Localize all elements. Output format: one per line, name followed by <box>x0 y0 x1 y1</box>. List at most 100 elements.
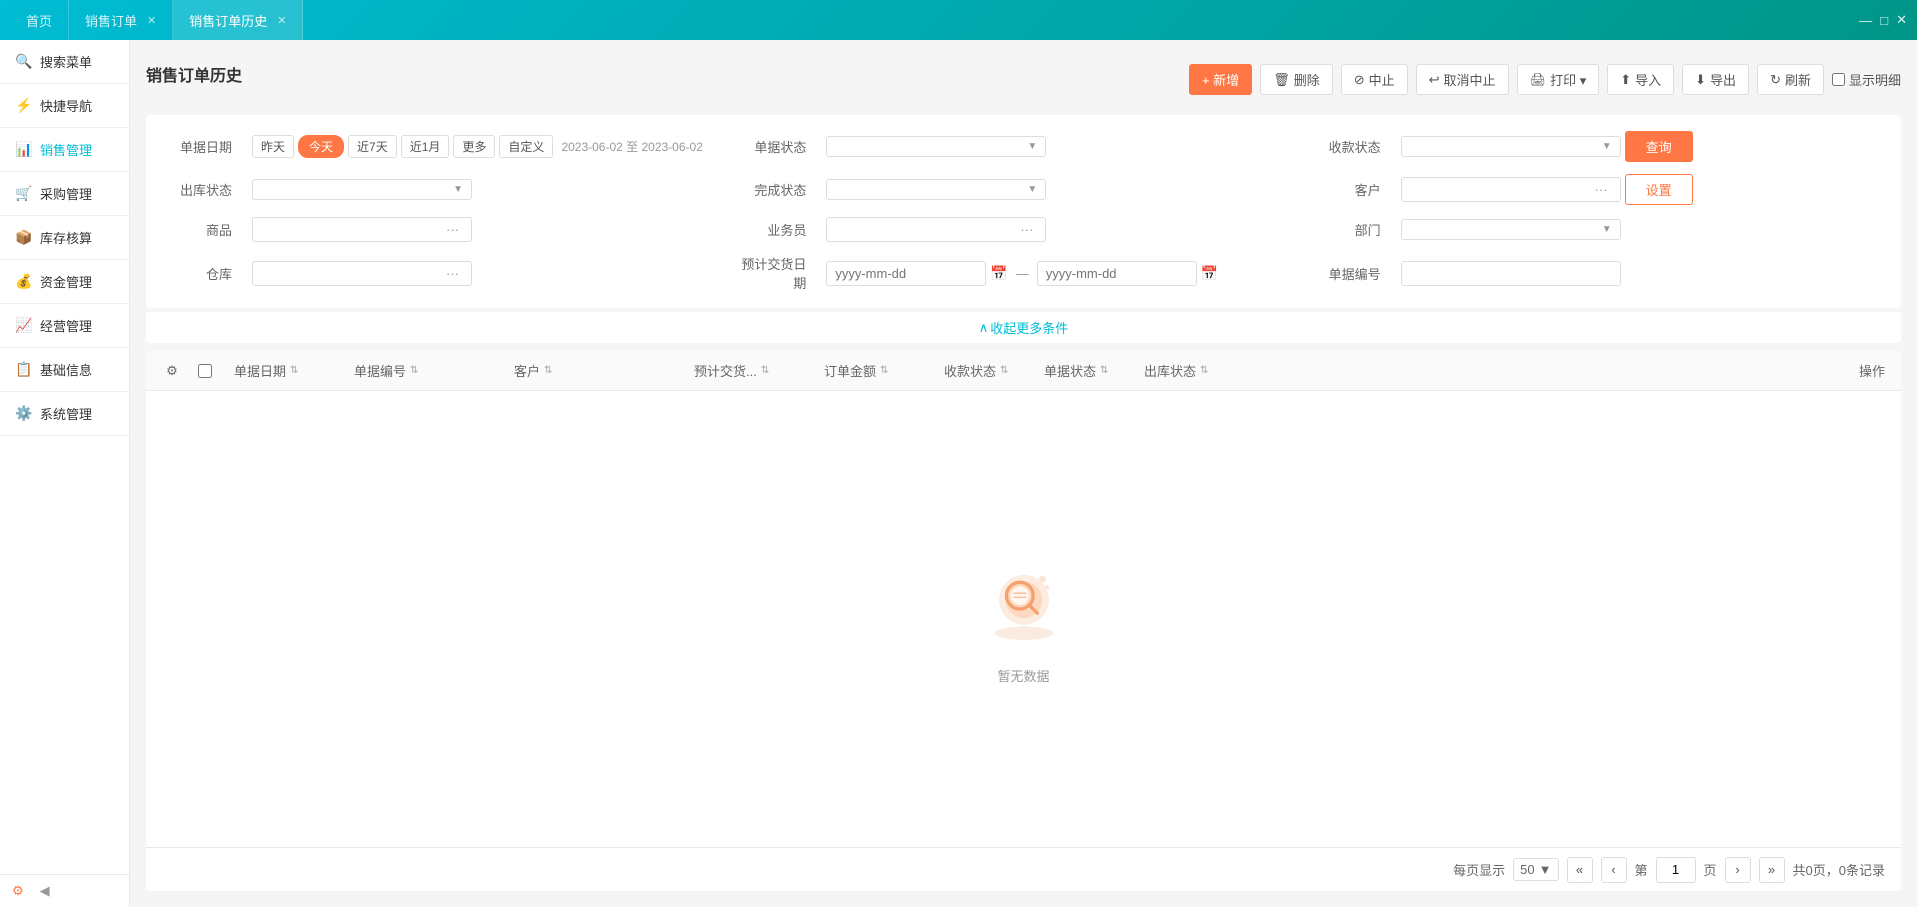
tab-sales-order[interactable]: 销售订单 ✕ <box>69 0 173 40</box>
toolbar: + 新增 🗑 删除 ⊘ 中止 ↩ 取消中止 🖨 打印 ▾ <box>1189 56 1901 103</box>
date-sort-icon: ⇅ <box>290 365 298 376</box>
collapse-link[interactable]: ∧ 收起更多条件 <box>979 318 1069 337</box>
money-icon: 💰 <box>16 274 32 290</box>
th-customer[interactable]: 客户 ⇅ <box>506 361 686 380</box>
close-tab-sales-order[interactable]: ✕ <box>147 14 156 27</box>
search-icon: 🔍 <box>16 54 32 70</box>
date-btn-custom[interactable]: 自定义 <box>499 135 553 158</box>
page-size-chevron: ▼ <box>1539 862 1552 877</box>
sidebar-item-purchase[interactable]: 🛒 采购管理 <box>0 172 129 216</box>
first-page-btn[interactable]: « <box>1567 857 1593 883</box>
new-button[interactable]: + 新增 <box>1189 64 1252 95</box>
sidebar-item-sales[interactable]: 📊 销售管理 <box>0 128 129 172</box>
th-out-status[interactable]: 出库状态 ⇅ <box>1136 361 1256 380</box>
cancel-stop-button[interactable]: ↩ 取消中止 <box>1416 64 1509 95</box>
tab-sales-order-history[interactable]: 销售订单历史 ✕ <box>173 0 303 40</box>
order-no-input[interactable] <box>1401 261 1621 286</box>
page-size-select[interactable]: 50 ▼ <box>1513 858 1558 881</box>
chevron-up-icon: ∧ <box>979 320 989 336</box>
date-btn-today[interactable]: 今天 <box>298 135 344 158</box>
export-button[interactable]: ⬇ 导出 <box>1682 64 1749 95</box>
tab-home[interactable]: 首页 <box>10 0 69 40</box>
date-btn-7days[interactable]: 近7天 <box>348 135 397 158</box>
order-status-label: 单据状态 <box>736 137 816 156</box>
page-input[interactable] <box>1656 857 1696 883</box>
th-checkbox[interactable] <box>190 364 226 378</box>
customer-dots[interactable]: ··· <box>1591 182 1612 197</box>
sidebar-item-search[interactable]: 🔍 搜索菜单 <box>0 40 129 84</box>
refresh-button[interactable]: ↻ 刷新 <box>1757 64 1824 95</box>
last-page-btn[interactable]: » <box>1759 857 1785 883</box>
maximize-btn[interactable]: □ <box>1880 13 1888 28</box>
th-delivery-date[interactable]: 预计交货... ⇅ <box>686 361 816 380</box>
date-btn-more[interactable]: 更多 <box>453 135 495 158</box>
salesperson-select[interactable]: ··· <box>826 217 1046 242</box>
query-button[interactable]: 查询 <box>1625 131 1693 162</box>
page-suffix: 页 <box>1704 860 1717 879</box>
date-btn-yesterday[interactable]: 昨天 <box>252 135 294 158</box>
refresh-icon: ↻ <box>1770 72 1781 88</box>
print-button[interactable]: 🖨 打印 ▾ <box>1517 64 1600 95</box>
department-select[interactable]: ▼ <box>1401 219 1621 240</box>
show-detail-checkbox[interactable]: 显示明细 <box>1832 70 1901 89</box>
complete-status-select[interactable]: ▼ <box>826 179 1046 200</box>
chart-icon: 📊 <box>16 142 32 158</box>
content-area: 销售订单历史 + 新增 🗑 删除 ⊘ 中止 ↩ 取消中止 🖨 打印 ▾ <box>130 40 1917 907</box>
sidebar-item-quick-nav[interactable]: ⚡ 快捷导航 <box>0 84 129 128</box>
page-label: 第 <box>1635 860 1648 879</box>
sidebar-collapse-icon[interactable]: ◀ <box>40 883 50 899</box>
filter-row-1: 单据日期 昨天 今天 近7天 近1月 更多 自定义 2023-06-02 至 2… <box>162 131 1885 162</box>
payment-status-select[interactable]: ▼ <box>1401 136 1621 157</box>
window-controls: — □ ✕ <box>1859 12 1907 28</box>
salesperson-dots[interactable]: ··· <box>1016 222 1037 237</box>
th-operation: 操作 <box>1256 361 1893 380</box>
order-status-select[interactable]: ▼ <box>826 136 1046 157</box>
page-title: 销售订单历史 <box>146 62 242 86</box>
sidebar-item-basic-info[interactable]: 📋 基础信息 <box>0 348 129 392</box>
product-dots[interactable]: ··· <box>442 222 463 237</box>
next-page-btn[interactable]: › <box>1725 857 1751 883</box>
delete-button[interactable]: 🗑 删除 <box>1260 64 1333 95</box>
sidebar-item-operations[interactable]: 📈 经营管理 <box>0 304 129 348</box>
th-pay-status[interactable]: 收款状态 ⇅ <box>936 361 1036 380</box>
next-page-icon: › <box>1735 862 1739 877</box>
table-container: ⚙ 单据日期 ⇅ 单据编号 ⇅ 客户 ⇅ 预计交货... <box>146 351 1901 891</box>
warehouse-dots[interactable]: ··· <box>442 266 463 281</box>
out-status-sort-icon: ⇅ <box>1200 365 1208 376</box>
settings-button[interactable]: 设置 <box>1625 174 1693 205</box>
sidebar-item-system[interactable]: ⚙️ 系统管理 <box>0 392 129 436</box>
product-select[interactable]: ··· <box>252 217 472 242</box>
pay-status-sort-icon: ⇅ <box>1000 365 1008 376</box>
close-btn[interactable]: ✕ <box>1896 12 1907 28</box>
minimize-btn[interactable]: — <box>1859 13 1872 28</box>
out-status-label: 出库状态 <box>162 180 242 199</box>
out-status-select[interactable]: ▼ <box>252 179 472 200</box>
prev-page-btn[interactable]: ‹ <box>1601 857 1627 883</box>
th-settings[interactable]: ⚙ <box>154 363 190 379</box>
delivery-date-end[interactable] <box>1037 261 1197 286</box>
prev-page-icon: ‹ <box>1611 862 1615 877</box>
th-date[interactable]: 单据日期 ⇅ <box>226 361 346 380</box>
sidebar-settings-icon[interactable]: ⚙ <box>12 883 24 899</box>
order-no-sort-icon: ⇅ <box>410 365 418 376</box>
import-button[interactable]: ⬆ 导入 <box>1607 64 1674 95</box>
delivery-date-start[interactable] <box>826 261 986 286</box>
th-amount[interactable]: 订单金额 ⇅ <box>816 361 936 380</box>
select-all-checkbox[interactable] <box>198 364 212 378</box>
th-order-no[interactable]: 单据编号 ⇅ <box>346 361 506 380</box>
sidebar-item-inventory[interactable]: 📦 库存核算 <box>0 216 129 260</box>
calendar-end-icon[interactable]: 📅 <box>1201 265 1218 282</box>
total-text: 共0页，0条记录 <box>1793 860 1885 879</box>
show-detail-input[interactable] <box>1832 73 1845 86</box>
trending-icon: 📈 <box>16 318 32 334</box>
sidebar-item-finance[interactable]: 💰 资金管理 <box>0 260 129 304</box>
calendar-start-icon[interactable]: 📅 <box>990 265 1007 282</box>
date-btn-1month[interactable]: 近1月 <box>401 135 450 158</box>
print-icon: 🖨 <box>1530 72 1547 88</box>
warehouse-select[interactable]: ··· <box>252 261 472 286</box>
close-tab-history[interactable]: ✕ <box>277 14 286 27</box>
stop-button[interactable]: ⊘ 中止 <box>1341 64 1408 95</box>
settings-gear-icon[interactable]: ⚙ <box>166 363 178 379</box>
th-order-status[interactable]: 单据状态 ⇅ <box>1036 361 1136 380</box>
customer-select[interactable]: ··· <box>1401 177 1621 202</box>
